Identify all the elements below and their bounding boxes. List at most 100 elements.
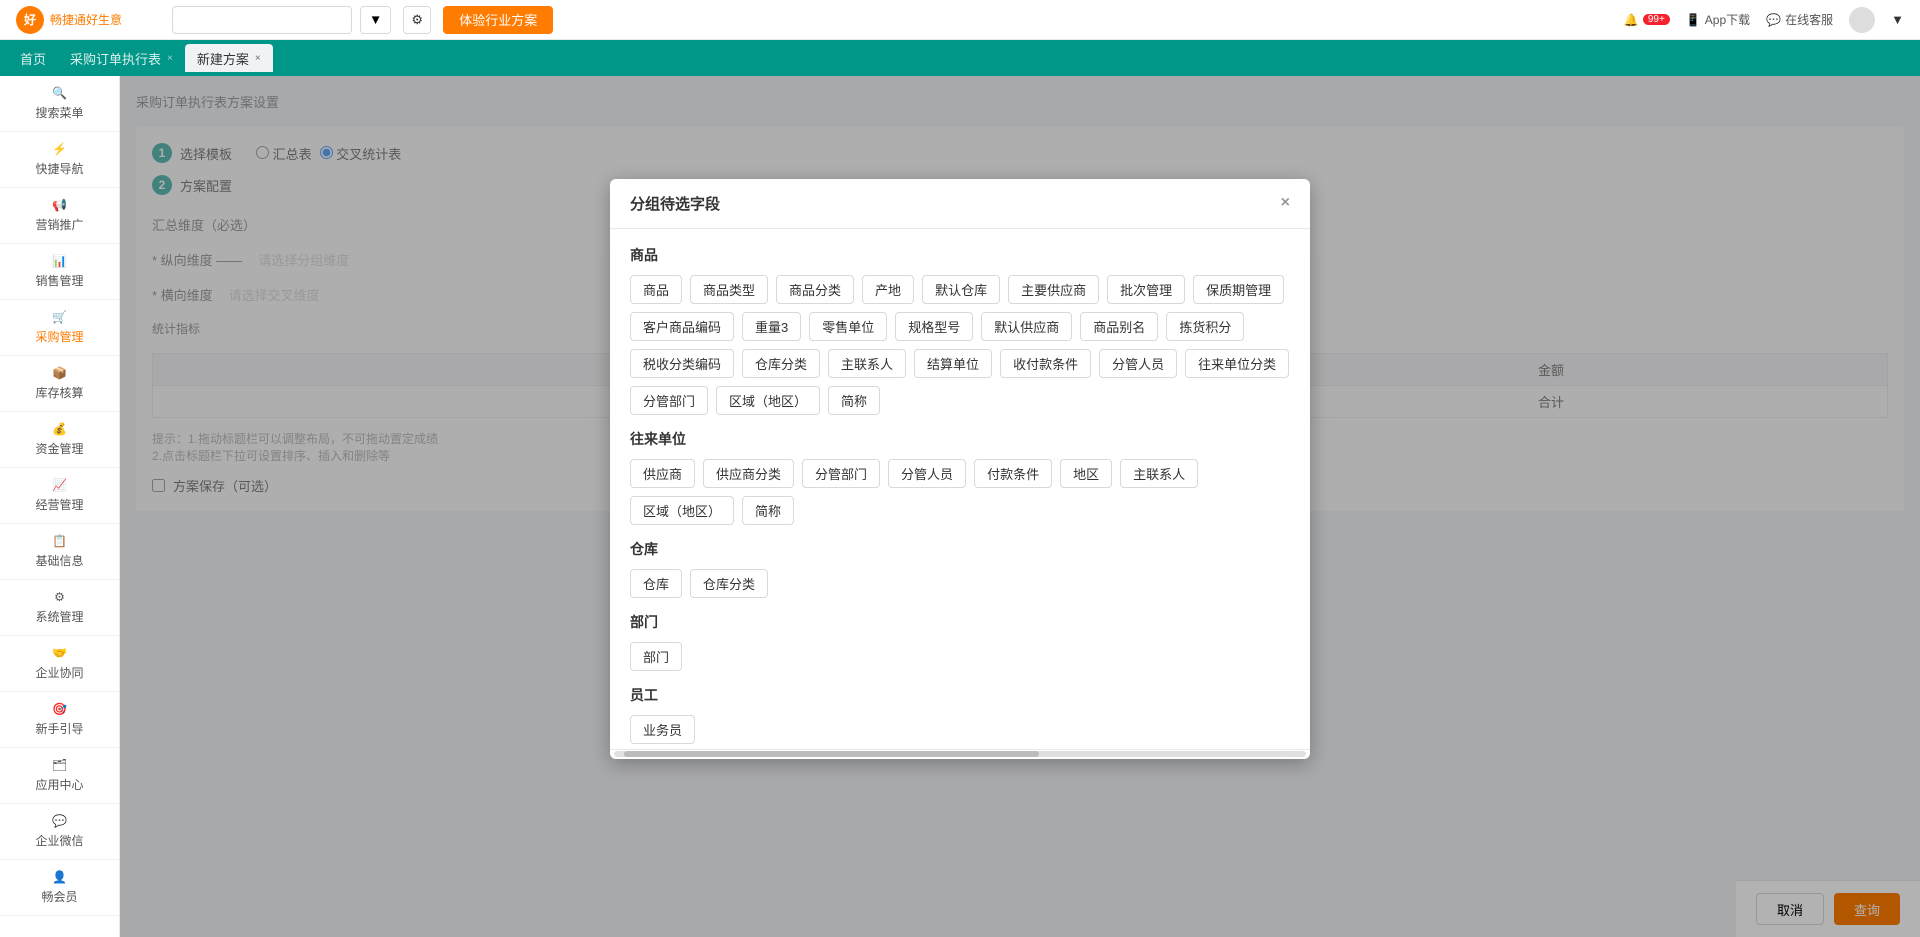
field-product[interactable]: 商品 bbox=[630, 275, 682, 304]
sidebar-item-guide[interactable]: 🎯 新手引导 bbox=[0, 692, 119, 748]
field-weight[interactable]: 重量3 bbox=[742, 312, 801, 341]
sidebar-operations-label: 经营管理 bbox=[35, 496, 83, 513]
field-spec-model[interactable]: 规格型号 bbox=[895, 312, 973, 341]
notification-item[interactable]: 🔔 99+ bbox=[1624, 13, 1670, 27]
top-nav: ▼ ⚙ 体验行业方案 bbox=[172, 6, 553, 34]
field-short-name[interactable]: 简称 bbox=[828, 386, 880, 415]
field-main-supplier[interactable]: 主要供应商 bbox=[1008, 275, 1099, 304]
field-partner-dept[interactable]: 分管部门 bbox=[802, 459, 880, 488]
sidebar-collab-label: 企业协同 bbox=[35, 664, 83, 681]
field-default-warehouse[interactable]: 默认仓库 bbox=[922, 275, 1000, 304]
modal-header: 分组待选字段 × bbox=[610, 179, 1310, 229]
collab-icon: 🤝 bbox=[52, 646, 67, 660]
finance-icon: 💰 bbox=[52, 422, 67, 436]
tab-purchase-order[interactable]: 采购订单执行表 × bbox=[58, 44, 185, 72]
modal-hscrollbar[interactable] bbox=[610, 749, 1310, 759]
field-origin[interactable]: 产地 bbox=[862, 275, 914, 304]
field-pick-points[interactable]: 拣货积分 bbox=[1166, 312, 1244, 341]
sidebar-wechat-label: 企业微信 bbox=[35, 832, 83, 849]
experience-btn[interactable]: 体验行业方案 bbox=[443, 6, 553, 34]
field-salesperson[interactable]: 业务员 bbox=[630, 715, 695, 744]
tab-home[interactable]: 首页 bbox=[8, 44, 58, 72]
field-warehouse[interactable]: 仓库 bbox=[630, 569, 682, 598]
field-main-contact[interactable]: 主联系人 bbox=[828, 349, 906, 378]
field-area[interactable]: 地区 bbox=[1060, 459, 1112, 488]
sidebar-item-collab[interactable]: 🤝 企业协同 bbox=[0, 636, 119, 692]
field-batch-mgmt[interactable]: 批次管理 bbox=[1107, 275, 1185, 304]
tab-new-plan[interactable]: 新建方案 × bbox=[185, 44, 273, 72]
field-tax-code[interactable]: 税收分类编码 bbox=[630, 349, 734, 378]
avatar[interactable] bbox=[1849, 7, 1875, 33]
basic-info-icon: 📋 bbox=[52, 534, 67, 548]
sidebar-item-inventory[interactable]: 📦 库存核算 bbox=[0, 356, 119, 412]
sidebar-item-sales[interactable]: 📊 销售管理 bbox=[0, 244, 119, 300]
online-service-label: 在线客服 bbox=[1785, 11, 1833, 28]
field-partner-main-contact[interactable]: 主联系人 bbox=[1120, 459, 1198, 488]
sidebar-item-apps[interactable]: 🗂 应用中心 bbox=[0, 748, 119, 804]
field-payment-condition[interactable]: 付款条件 bbox=[974, 459, 1052, 488]
field-supplier[interactable]: 供应商 bbox=[630, 459, 695, 488]
top-dropdown-btn[interactable]: ▼ bbox=[360, 6, 391, 34]
field-product-category[interactable]: 商品分类 bbox=[776, 275, 854, 304]
tab-new-plan-close[interactable]: × bbox=[255, 53, 261, 64]
app-download-label: App下载 bbox=[1705, 11, 1750, 28]
field-supplier-category[interactable]: 供应商分类 bbox=[703, 459, 794, 488]
field-region[interactable]: 区域（地区） bbox=[716, 386, 820, 415]
top-settings-btn[interactable]: ⚙ bbox=[403, 6, 431, 34]
sidebar-item-operations[interactable]: 📈 经营管理 bbox=[0, 468, 119, 524]
field-supervisor[interactable]: 分管人员 bbox=[1099, 349, 1177, 378]
quick-nav-icon: ⚡ bbox=[52, 142, 67, 156]
field-retail-unit[interactable]: 零售单位 bbox=[809, 312, 887, 341]
search-icon: 🔍 bbox=[52, 86, 67, 100]
sidebar-item-system[interactable]: ⚙ 系统管理 bbox=[0, 580, 119, 636]
operations-icon: 📈 bbox=[52, 478, 67, 492]
field-department[interactable]: 部门 bbox=[630, 642, 682, 671]
field-product-alias[interactable]: 商品别名 bbox=[1080, 312, 1158, 341]
sidebar-member-label: 畅会员 bbox=[41, 888, 77, 905]
field-default-supplier[interactable]: 默认供应商 bbox=[981, 312, 1072, 341]
sidebar-item-search[interactable]: 🔍 搜索菜单 bbox=[0, 76, 119, 132]
member-icon: 👤 bbox=[52, 870, 67, 884]
sidebar-item-finance[interactable]: 💰 资金管理 bbox=[0, 412, 119, 468]
field-dept[interactable]: 分管部门 bbox=[630, 386, 708, 415]
guide-icon: 🎯 bbox=[52, 702, 67, 716]
online-service-item[interactable]: 💬 在线客服 bbox=[1766, 11, 1833, 28]
sidebar-apps-label: 应用中心 bbox=[35, 776, 83, 793]
field-shelf-life[interactable]: 保质期管理 bbox=[1193, 275, 1284, 304]
section-title-employee: 员工 bbox=[630, 685, 1290, 705]
field-payment-terms[interactable]: 收付款条件 bbox=[1000, 349, 1091, 378]
sidebar-item-wechat[interactable]: 💬 企业微信 bbox=[0, 804, 119, 860]
sidebar-item-quick-nav[interactable]: ⚡ 快捷导航 bbox=[0, 132, 119, 188]
warehouse-fields: 仓库 仓库分类 bbox=[630, 569, 1290, 598]
field-partner-region[interactable]: 区域（地区） bbox=[630, 496, 734, 525]
field-product-type[interactable]: 商品类型 bbox=[690, 275, 768, 304]
field-partner-category[interactable]: 往来单位分类 bbox=[1185, 349, 1289, 378]
sidebar-search-label: 搜索菜单 bbox=[35, 104, 83, 121]
modal-close-btn[interactable]: × bbox=[1281, 194, 1290, 212]
employee-fields: 业务员 bbox=[630, 715, 1290, 744]
sidebar-item-member[interactable]: 👤 畅会员 bbox=[0, 860, 119, 916]
sidebar-item-marketing[interactable]: 📢 营销推广 bbox=[0, 188, 119, 244]
field-partner-supervisor[interactable]: 分管人员 bbox=[888, 459, 966, 488]
field-warehouse-class[interactable]: 仓库分类 bbox=[690, 569, 768, 598]
sidebar-item-purchase[interactable]: 🛒 采购管理 bbox=[0, 300, 119, 356]
sales-icon: 📊 bbox=[52, 254, 67, 268]
field-settlement-unit[interactable]: 结算单位 bbox=[914, 349, 992, 378]
notification-badge: 99+ bbox=[1643, 14, 1670, 25]
field-customer-code[interactable]: 客户商品编码 bbox=[630, 312, 734, 341]
purchase-icon: 🛒 bbox=[52, 310, 67, 324]
sidebar-item-basic-info[interactable]: 📋 基础信息 bbox=[0, 524, 119, 580]
partner-fields: 供应商 供应商分类 分管部门 分管人员 付款条件 地区 主联系人 区域（地区） … bbox=[630, 459, 1290, 525]
field-partner-short-name[interactable]: 简称 bbox=[742, 496, 794, 525]
section-title-dept: 部门 bbox=[630, 612, 1290, 632]
marketing-icon: 📢 bbox=[52, 198, 67, 212]
tab-purchase-order-close[interactable]: × bbox=[167, 53, 173, 64]
logo-area: 好 畅捷通好生意 bbox=[16, 6, 136, 34]
top-nav-input[interactable] bbox=[172, 6, 352, 34]
service-icon: 💬 bbox=[1766, 13, 1781, 27]
sidebar-basic-info-label: 基础信息 bbox=[35, 552, 83, 569]
app-download-item[interactable]: 📱 App下载 bbox=[1686, 11, 1750, 28]
wechat-icon: 💬 bbox=[52, 814, 67, 828]
field-warehouse-category[interactable]: 仓库分类 bbox=[742, 349, 820, 378]
section-title-warehouse: 仓库 bbox=[630, 539, 1290, 559]
